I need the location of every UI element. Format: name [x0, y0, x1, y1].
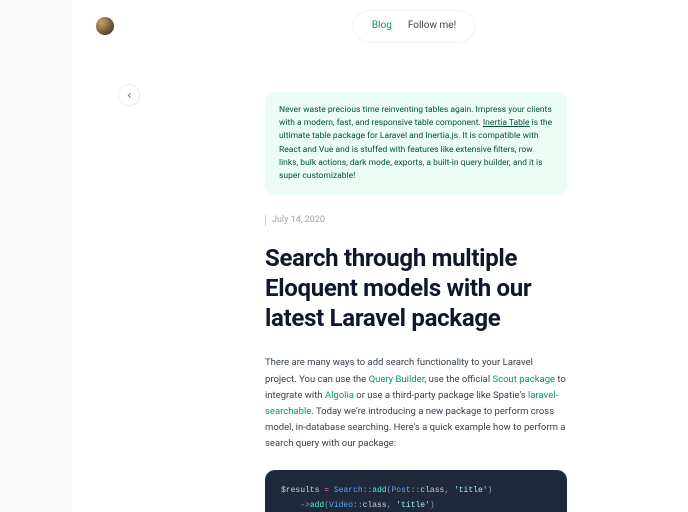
article: Never waste precious time reinventing ta… [265, 52, 567, 512]
site-header: Blog Follow me! [72, 0, 688, 52]
promo-link[interactable]: Inertia Table [483, 118, 530, 128]
link-algolia[interactable]: Algolia [325, 390, 354, 401]
nav-follow[interactable]: Follow me! [400, 16, 464, 36]
link-query-builder[interactable]: Query Builder [369, 374, 425, 385]
arrow-left-icon [125, 91, 134, 100]
intro-paragraph: There are many ways to add search functi… [265, 355, 567, 452]
avatar[interactable] [96, 17, 114, 35]
text: or use a third-party package like Spatie… [354, 390, 528, 401]
text: , use the official [424, 374, 492, 385]
publish-date: July 14, 2020 [272, 213, 325, 227]
text: . Today we're introducing a new package … [265, 406, 565, 449]
date-row: July 14, 2020 [265, 213, 567, 227]
page-title: Search through multiple Eloquent models … [265, 243, 567, 333]
date-bar [265, 215, 266, 226]
top-nav: Blog Follow me! [353, 10, 475, 42]
nav-blog[interactable]: Blog [364, 16, 400, 36]
back-button[interactable] [118, 84, 140, 106]
link-scout[interactable]: Scout package [493, 374, 556, 385]
promo-box: Never waste precious time reinventing ta… [265, 92, 567, 195]
code-block-1: $results = Search::add(Post::class, 'tit… [265, 470, 567, 512]
